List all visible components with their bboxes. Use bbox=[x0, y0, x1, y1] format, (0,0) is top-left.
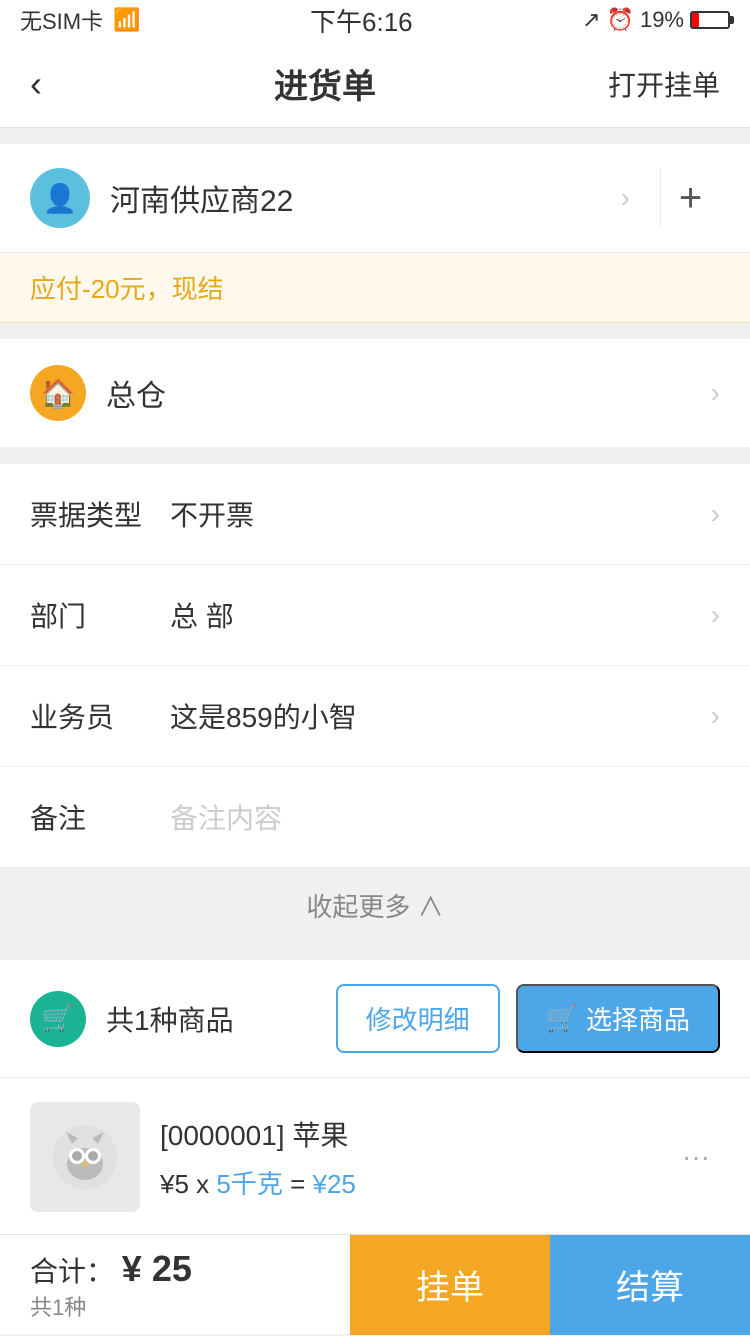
price-total: ¥25 bbox=[313, 1169, 356, 1199]
supplier-block: 👤 河南供应商22 › + 应付-20元，现结 bbox=[0, 144, 750, 323]
collapse-toggle[interactable]: 收起更多 ∧ bbox=[0, 867, 750, 944]
product-thumb-inner bbox=[30, 1102, 140, 1212]
total-count: 共1种 bbox=[30, 1290, 320, 1322]
add-supplier-button[interactable]: + bbox=[660, 168, 720, 228]
department-label: 部门 bbox=[30, 595, 170, 635]
wifi-icon: 📶 bbox=[113, 7, 140, 33]
department-value: 总 部 bbox=[170, 595, 711, 635]
note-label: 备注 bbox=[30, 797, 170, 837]
price-unit: ¥5 bbox=[160, 1169, 189, 1199]
checkout-button[interactable]: 结算 bbox=[550, 1235, 750, 1335]
bottom-bar: 合计： ¥ 25 共1种 挂单 结算 bbox=[0, 1234, 750, 1334]
cart-icon: 🛒 bbox=[42, 1003, 74, 1034]
battery-text: 19% bbox=[640, 7, 684, 33]
product-name: [0000001] 苹果 bbox=[160, 1114, 672, 1154]
invoice-chevron-icon: › bbox=[711, 498, 720, 530]
avatar-icon: 👤 bbox=[43, 182, 78, 215]
supplier-row[interactable]: 👤 河南供应商22 › + bbox=[0, 144, 750, 253]
invoice-row[interactable]: 票据类型 不开票 › bbox=[0, 463, 750, 564]
owl-logo-icon bbox=[50, 1122, 120, 1192]
staff-chevron-icon: › bbox=[711, 700, 720, 732]
warehouse-name: 总仓 bbox=[106, 371, 711, 415]
invoice-value: 不开票 bbox=[170, 494, 711, 534]
select-product-button[interactable]: 🛒 选择商品 bbox=[516, 984, 720, 1053]
warehouse-row[interactable]: 🏠 总仓 › bbox=[0, 339, 750, 447]
price-equals: = bbox=[290, 1169, 312, 1199]
warehouse-chevron-icon: › bbox=[711, 377, 720, 409]
price-qty: 5千克 bbox=[216, 1169, 282, 1199]
product-more-button[interactable]: ··· bbox=[672, 1131, 720, 1183]
invoice-label: 票据类型 bbox=[30, 494, 170, 534]
gap-4 bbox=[0, 944, 750, 960]
hang-button[interactable]: 挂单 bbox=[350, 1235, 550, 1335]
product-section: 🛒 共1种商品 修改明细 🛒 选择商品 bbox=[0, 960, 750, 1236]
status-left: 无SIM卡 📶 bbox=[20, 4, 141, 36]
supplier-chevron-icon: › bbox=[621, 182, 630, 214]
carrier-text: 无SIM卡 bbox=[20, 4, 103, 36]
battery-icon bbox=[690, 11, 730, 29]
total-amount: ¥ 25 bbox=[122, 1248, 192, 1289]
page-title: 进货单 bbox=[274, 59, 376, 108]
total-row: 合计： ¥ 25 bbox=[30, 1248, 320, 1290]
note-placeholder[interactable]: 备注内容 bbox=[170, 797, 720, 837]
status-bar: 无SIM卡 📶 下午6:16 ↗ ⏰ 19% bbox=[0, 0, 750, 40]
department-row[interactable]: 部门 总 部 › bbox=[0, 564, 750, 665]
staff-value: 这是859的小智 bbox=[170, 696, 711, 736]
select-icon: 🛒 bbox=[546, 1003, 578, 1034]
modify-detail-button[interactable]: 修改明细 bbox=[336, 984, 500, 1053]
status-time: 下午6:16 bbox=[310, 2, 413, 39]
form-block: 票据类型 不开票 › 部门 总 部 › 业务员 这是859的小智 › 备注 备注… bbox=[0, 463, 750, 867]
department-chevron-icon: › bbox=[711, 599, 720, 631]
product-title-text: 苹果 bbox=[292, 1120, 348, 1151]
open-hang-button[interactable]: 打开挂单 bbox=[608, 64, 720, 104]
status-right: ↗ ⏰ 19% bbox=[582, 7, 730, 33]
alarm-icon: ⏰ bbox=[607, 7, 634, 33]
total-section: 合计： ¥ 25 共1种 bbox=[0, 1248, 350, 1322]
supplier-name: 河南供应商22 bbox=[110, 176, 621, 220]
product-info: [0000001] 苹果 ¥5 x 5千克 = ¥25 bbox=[160, 1114, 672, 1201]
location-icon: ↗ bbox=[582, 7, 600, 33]
total-label: 合计： bbox=[30, 1256, 114, 1287]
nav-bar: ‹ 进货单 打开挂单 bbox=[0, 40, 750, 128]
info-band: 应付-20元，现结 bbox=[0, 253, 750, 323]
staff-label: 业务员 bbox=[30, 696, 170, 736]
back-button[interactable]: ‹ bbox=[30, 63, 42, 105]
warehouse-block: 🏠 总仓 › bbox=[0, 339, 750, 447]
note-row[interactable]: 备注 备注内容 bbox=[0, 766, 750, 867]
product-price: ¥5 x 5千克 = ¥25 bbox=[160, 1164, 672, 1201]
product-count-text: 共1种商品 bbox=[106, 999, 336, 1039]
product-header: 🛒 共1种商品 修改明细 🛒 选择商品 bbox=[0, 960, 750, 1078]
warehouse-icon: 🏠 bbox=[30, 365, 86, 421]
product-count-icon: 🛒 bbox=[30, 991, 86, 1047]
product-item: [0000001] 苹果 ¥5 x 5千克 = ¥25 ··· bbox=[0, 1078, 750, 1236]
product-thumbnail bbox=[30, 1102, 140, 1212]
staff-row[interactable]: 业务员 这是859的小智 › bbox=[0, 665, 750, 766]
gap-1 bbox=[0, 128, 750, 144]
gap-3 bbox=[0, 447, 750, 463]
price-multiply: x bbox=[196, 1169, 216, 1199]
supplier-avatar: 👤 bbox=[30, 168, 90, 228]
product-code: [0000001] bbox=[160, 1120, 285, 1151]
select-product-label: 选择商品 bbox=[586, 1000, 690, 1037]
gap-2 bbox=[0, 323, 750, 339]
